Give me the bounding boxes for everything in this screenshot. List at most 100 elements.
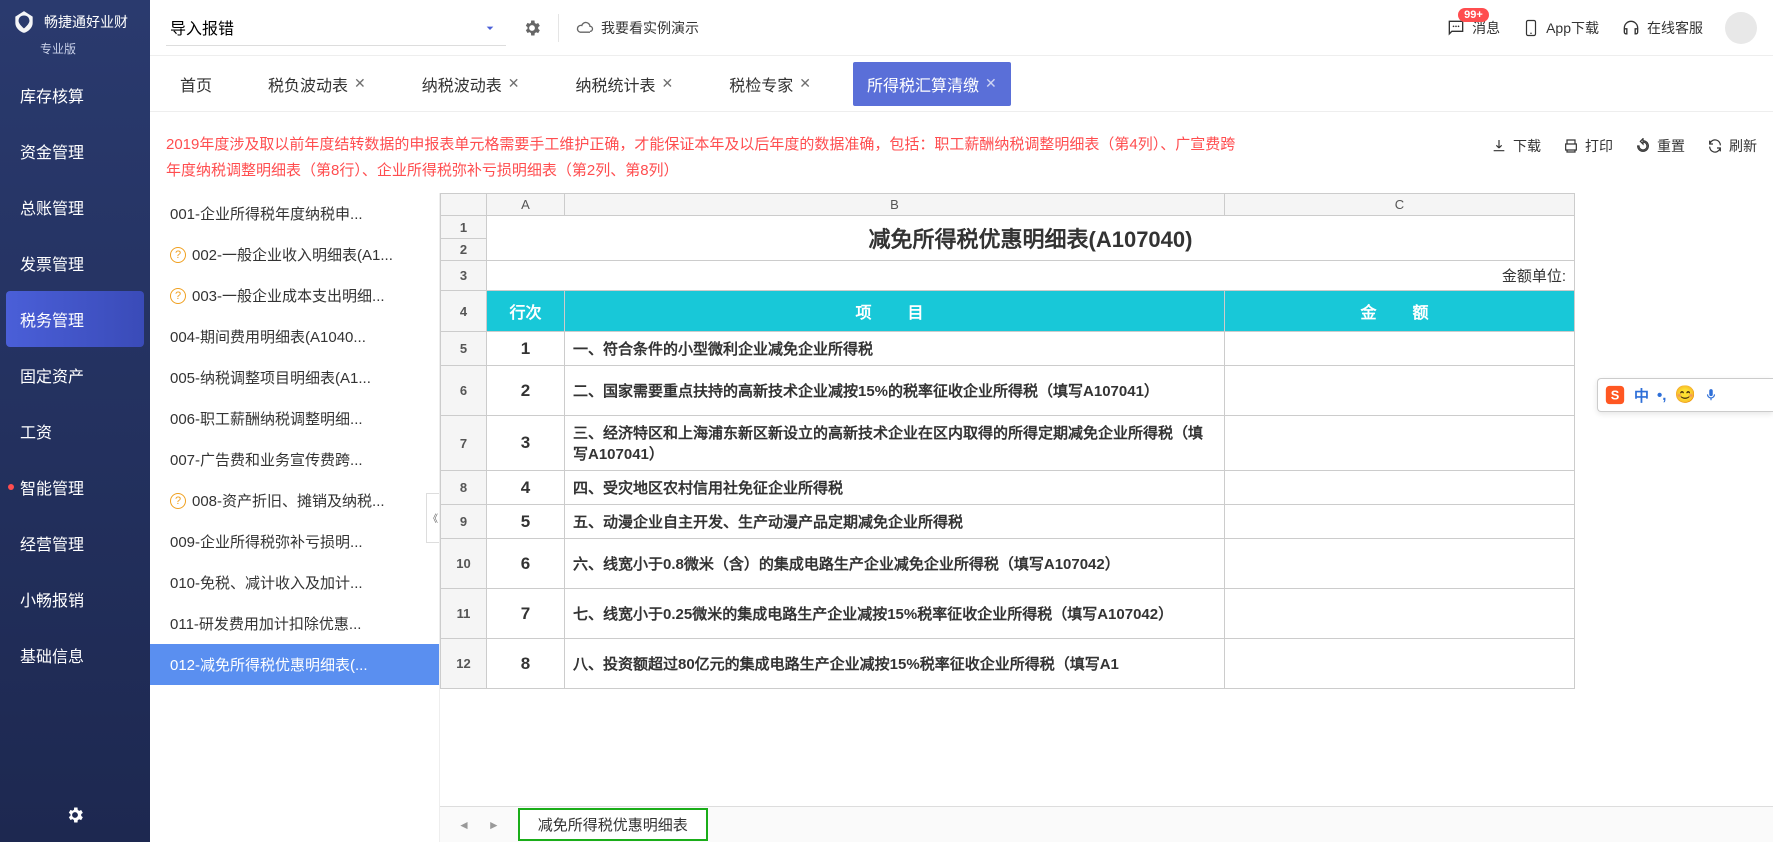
cell-item[interactable]: 二、国家需要重点扶持的高新技术企业减按15%的税率征收企业所得税（填写A1070… xyxy=(565,366,1225,416)
cell-item[interactable]: 八、投资额超过80亿元的集成电路生产企业减按15%税率征收企业所得税（填写A1 xyxy=(565,639,1225,689)
sidebar-item[interactable]: 税务管理 xyxy=(6,291,144,347)
col-header[interactable]: B xyxy=(565,194,1225,216)
cell-item[interactable]: 五、动漫企业自主开发、生产动漫产品定期减免企业所得税 xyxy=(565,505,1225,539)
cell-item[interactable]: 一、符合条件的小型微利企业减免企业所得税 xyxy=(565,332,1225,366)
row-header[interactable]: 12 xyxy=(441,639,487,689)
refresh-button[interactable]: 刷新 xyxy=(1707,136,1757,156)
cell-item[interactable]: 三、经济特区和上海浦东新区新设立的高新技术企业在区内取得的所得定期减免企业所得税… xyxy=(565,416,1225,471)
download-button[interactable]: 下载 xyxy=(1491,136,1541,156)
sidebar-item[interactable]: 库存核算 xyxy=(0,67,150,123)
title-row: 1 减免所得税优惠明细表(A107040) xyxy=(441,216,1575,239)
form-list-item[interactable]: 005-纳税调整项目明细表(A1... xyxy=(150,357,439,398)
close-icon[interactable]: ✕ xyxy=(354,75,366,92)
form-list-item[interactable]: 012-减免所得税优惠明细表(... xyxy=(150,644,439,685)
cell-amount[interactable] xyxy=(1225,366,1575,416)
cell-seq[interactable]: 2 xyxy=(487,366,565,416)
sidebar-item[interactable]: 基础信息 xyxy=(0,627,150,683)
sidebar-item[interactable]: 发票管理 xyxy=(0,235,150,291)
cell-amount[interactable] xyxy=(1225,539,1575,589)
sidebar-item[interactable]: 工资 xyxy=(0,403,150,459)
message-button[interactable]: 99+ 消息 xyxy=(1446,18,1500,38)
row-header[interactable]: 9 xyxy=(441,505,487,539)
cell-item[interactable]: 七、线宽小于0.25微米的集成电路生产企业减按15%税率征收企业所得税（填写A1… xyxy=(565,589,1225,639)
form-list-item[interactable]: 009-企业所得税弥补亏损明... xyxy=(150,521,439,562)
row-header[interactable]: 1 xyxy=(441,216,487,239)
print-button[interactable]: 打印 xyxy=(1563,136,1613,156)
cell-item[interactable]: 六、线宽小于0.8微米（含）的集成电路生产企业减免企业所得税（填写A107042… xyxy=(565,539,1225,589)
form-list-item[interactable]: ?008-资产折旧、摊销及纳税... xyxy=(150,480,439,521)
ime-mic-icon[interactable] xyxy=(1704,386,1718,404)
page-tab[interactable]: 纳税统计表✕ xyxy=(562,62,688,106)
form-list-item[interactable]: 001-企业所得税年度纳税申... xyxy=(150,193,439,234)
cell-amount[interactable] xyxy=(1225,332,1575,366)
form-list-item[interactable]: 007-广告费和业务宣传费跨... xyxy=(150,439,439,480)
settings-button[interactable] xyxy=(522,18,542,38)
sidebar-item[interactable]: 小畅报销 xyxy=(0,571,150,627)
import-dropdown[interactable] xyxy=(166,10,506,46)
row-header[interactable]: 7 xyxy=(441,416,487,471)
form-list-item[interactable]: 010-免税、减计收入及加计... xyxy=(150,562,439,603)
sidebar-menu: 库存核算资金管理总账管理发票管理税务管理固定资产工资智能管理经营管理小畅报销基础… xyxy=(0,67,150,791)
form-list-item[interactable]: 011-研发费用加计扣除优惠... xyxy=(150,603,439,644)
form-list-item[interactable]: ?003-一般企业成本支出明细... xyxy=(150,275,439,316)
page-tab[interactable]: 税检专家✕ xyxy=(715,62,825,106)
sidebar-item[interactable]: 经营管理 xyxy=(0,515,150,571)
cell-amount[interactable] xyxy=(1225,589,1575,639)
row-header[interactable]: 10 xyxy=(441,539,487,589)
service-button[interactable]: 在线客服 xyxy=(1621,18,1703,38)
sheet-nav-next-icon[interactable]: ► xyxy=(488,818,500,832)
cell-item[interactable]: 四、受灾地区农村信用社免征企业所得税 xyxy=(565,471,1225,505)
page-tab[interactable]: 纳税波动表✕ xyxy=(408,62,534,106)
collapse-button[interactable]: 《 xyxy=(426,493,440,543)
sidebar-item[interactable]: 智能管理 xyxy=(0,459,150,515)
row-header[interactable]: 3 xyxy=(441,261,487,291)
close-icon[interactable]: ✕ xyxy=(985,75,997,92)
form-list-item[interactable]: ?002-一般企业收入明细表(A1... xyxy=(150,234,439,275)
row-header[interactable]: 2 xyxy=(441,239,487,261)
page-tab[interactable]: 税负波动表✕ xyxy=(254,62,380,106)
sheet-nav-prev-icon[interactable]: ◄ xyxy=(458,818,470,832)
reset-button[interactable]: 重置 xyxy=(1635,136,1685,156)
form-list-item[interactable]: 004-期间费用明细表(A1040... xyxy=(150,316,439,357)
page-tab[interactable]: 所得税汇算清缴✕ xyxy=(853,62,1011,106)
row-header[interactable]: 5 xyxy=(441,332,487,366)
row-header[interactable]: 8 xyxy=(441,471,487,505)
close-icon[interactable]: ✕ xyxy=(799,75,811,92)
sidebar-item[interactable]: 总账管理 xyxy=(0,179,150,235)
cell-seq[interactable]: 1 xyxy=(487,332,565,366)
col-header[interactable]: C xyxy=(1225,194,1575,216)
row-header[interactable]: 4 xyxy=(441,291,487,332)
sidebar-settings[interactable] xyxy=(0,791,150,842)
avatar[interactable] xyxy=(1725,12,1757,44)
cell-seq[interactable]: 3 xyxy=(487,416,565,471)
close-icon[interactable]: ✕ xyxy=(662,75,674,92)
form-list-item[interactable]: 006-职工薪酬纳税调整明细... xyxy=(150,398,439,439)
cell-seq[interactable]: 4 xyxy=(487,471,565,505)
sidebar-item[interactable]: 固定资产 xyxy=(0,347,150,403)
import-input[interactable] xyxy=(166,10,506,46)
cell-amount[interactable] xyxy=(1225,505,1575,539)
sheet-scroll[interactable]: A B C 1 减免所得税优惠明细表(A107040) 2 xyxy=(440,193,1773,806)
demo-button[interactable]: 我要看实例演示 xyxy=(575,18,699,38)
cell-seq[interactable]: 6 xyxy=(487,539,565,589)
col-header[interactable]: A xyxy=(487,194,565,216)
ime-punct-icon[interactable]: •, xyxy=(1657,387,1666,404)
cell-amount[interactable] xyxy=(1225,416,1575,471)
row-header[interactable]: 6 xyxy=(441,366,487,416)
cell-seq[interactable]: 7 xyxy=(487,589,565,639)
corner-cell[interactable] xyxy=(441,194,487,216)
row-header[interactable]: 11 xyxy=(441,589,487,639)
ime-lang[interactable]: 中 xyxy=(1634,385,1649,406)
cell-amount[interactable] xyxy=(1225,639,1575,689)
ime-emoji-icon[interactable]: 😊 xyxy=(1674,385,1695,405)
form-list[interactable]: 001-企业所得税年度纳税申...?002-一般企业收入明细表(A1...?00… xyxy=(150,193,439,842)
sidebar-item[interactable]: 资金管理 xyxy=(0,123,150,179)
cell-seq[interactable]: 8 xyxy=(487,639,565,689)
page-tab[interactable]: 首页 xyxy=(166,62,226,106)
sheet-tab[interactable]: 减免所得税优惠明细表 xyxy=(518,808,708,841)
ime-floating-bar[interactable]: S 中 •, 😊 xyxy=(1597,378,1773,412)
close-icon[interactable]: ✕ xyxy=(508,75,520,92)
cell-seq[interactable]: 5 xyxy=(487,505,565,539)
cell-amount[interactable] xyxy=(1225,471,1575,505)
app-download-button[interactable]: App下载 xyxy=(1522,18,1599,38)
